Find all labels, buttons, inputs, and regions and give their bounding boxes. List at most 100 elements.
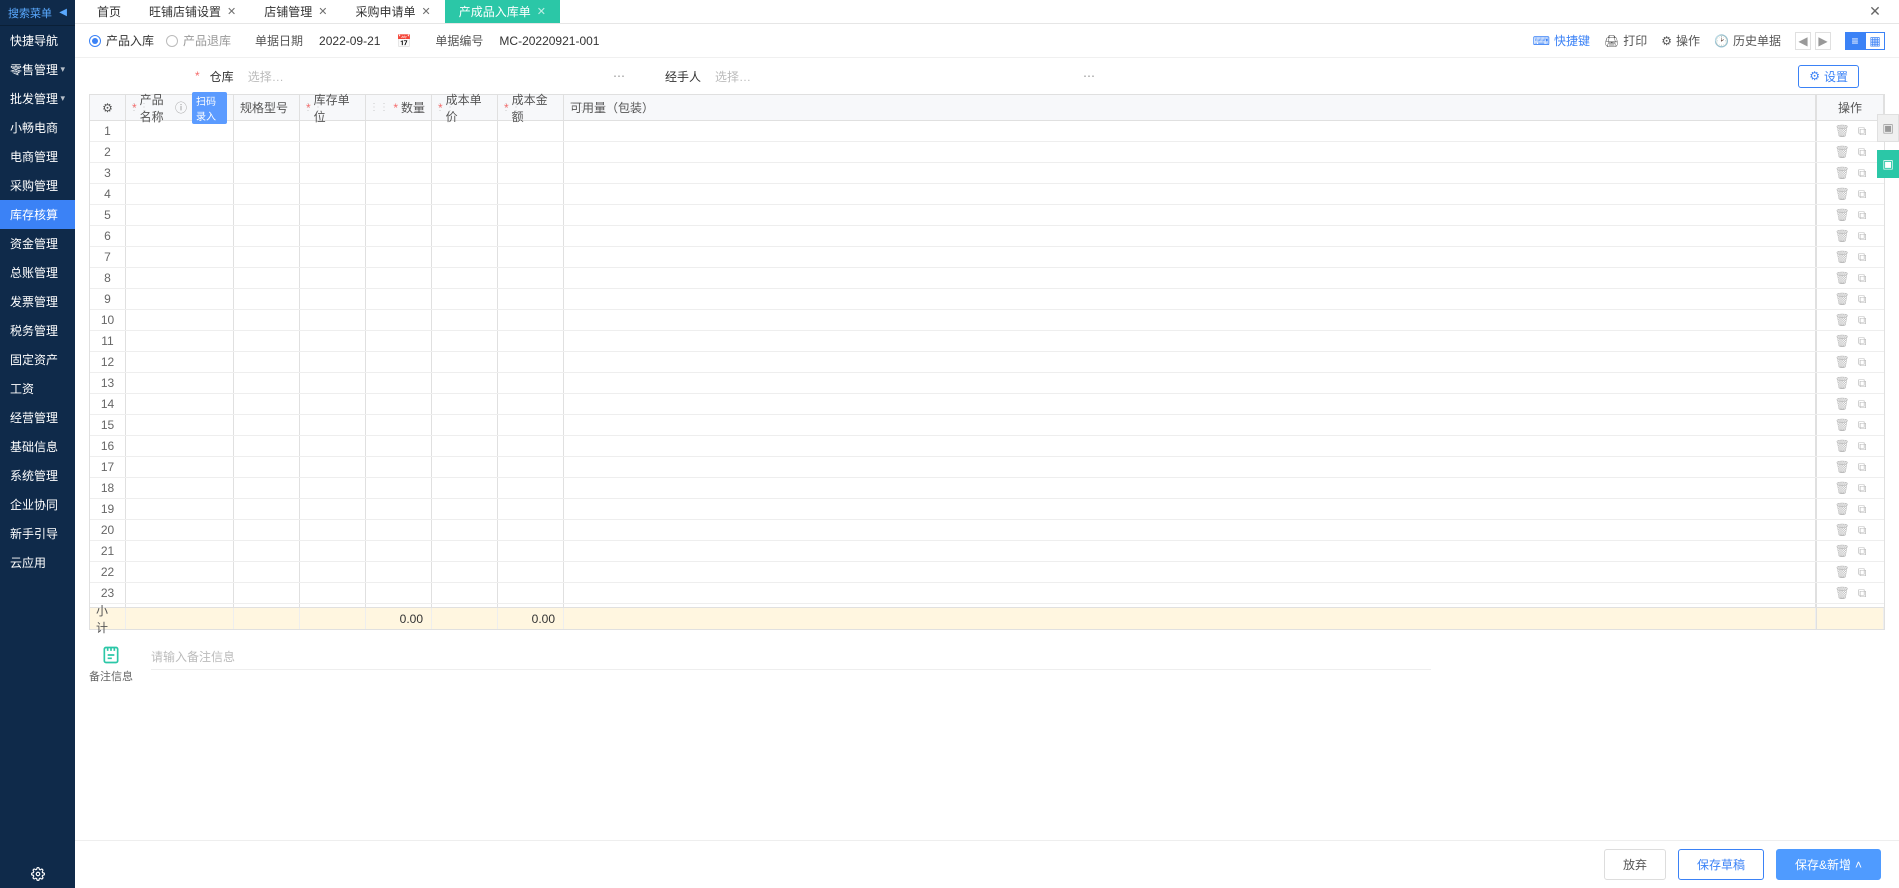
table-row[interactable]: 21🗑⧉	[90, 541, 1884, 562]
cell-price[interactable]	[432, 352, 498, 372]
cell-amount[interactable]	[498, 352, 564, 372]
cell-price[interactable]	[432, 268, 498, 288]
delete-icon[interactable]: 🗑	[1835, 313, 1850, 327]
delete-icon[interactable]: 🗑	[1835, 250, 1850, 264]
cell-unit[interactable]	[300, 394, 366, 414]
cell-avail[interactable]	[564, 289, 1816, 309]
table-row[interactable]: 22🗑⧉	[90, 562, 1884, 583]
cell-qty[interactable]	[366, 226, 432, 246]
delete-icon[interactable]: 🗑	[1835, 565, 1850, 579]
cell-unit[interactable]	[300, 478, 366, 498]
cell-name[interactable]	[126, 415, 234, 435]
delete-icon[interactable]: 🗑	[1835, 397, 1850, 411]
cell-spec[interactable]	[234, 268, 300, 288]
cell-amount[interactable]	[498, 520, 564, 540]
copy-icon[interactable]: ⧉	[1858, 418, 1867, 433]
cell-name[interactable]	[126, 310, 234, 330]
cell-amount[interactable]	[498, 373, 564, 393]
delete-icon[interactable]: 🗑	[1835, 439, 1850, 453]
cell-spec[interactable]	[234, 520, 300, 540]
cell-spec[interactable]	[234, 457, 300, 477]
cell-qty[interactable]	[366, 562, 432, 582]
cell-name[interactable]	[126, 163, 234, 183]
delete-icon[interactable]: 🗑	[1835, 166, 1850, 180]
cell-avail[interactable]	[564, 268, 1816, 288]
table-row[interactable]: 10🗑⧉	[90, 310, 1884, 331]
cell-amount[interactable]	[498, 247, 564, 267]
copy-icon[interactable]: ⧉	[1858, 460, 1867, 475]
delete-icon[interactable]: 🗑	[1835, 229, 1850, 243]
col-unit[interactable]: ⋮⋮ * 库存单位	[300, 95, 366, 120]
cell-qty[interactable]	[366, 247, 432, 267]
cell-qty[interactable]	[366, 604, 432, 607]
cell-avail[interactable]	[564, 373, 1816, 393]
cell-name[interactable]	[126, 184, 234, 204]
cell-unit[interactable]	[300, 121, 366, 141]
scan-badge[interactable]: 扫码录入	[192, 92, 227, 124]
calendar-icon[interactable]: 📅	[396, 34, 411, 48]
cell-spec[interactable]	[234, 163, 300, 183]
cell-qty[interactable]	[366, 163, 432, 183]
table-row[interactable]: 6🗑⧉	[90, 226, 1884, 247]
delete-icon[interactable]: 🗑	[1835, 418, 1850, 432]
cell-avail[interactable]	[564, 226, 1816, 246]
delete-icon[interactable]: 🗑	[1835, 334, 1850, 348]
cell-name[interactable]	[126, 436, 234, 456]
copy-icon[interactable]: ⧉	[1858, 586, 1867, 601]
cell-spec[interactable]	[234, 247, 300, 267]
cell-qty[interactable]	[366, 415, 432, 435]
cell-qty[interactable]	[366, 478, 432, 498]
cell-unit[interactable]	[300, 604, 366, 607]
cell-avail[interactable]	[564, 457, 1816, 477]
cell-name[interactable]	[126, 478, 234, 498]
cell-amount[interactable]	[498, 394, 564, 414]
cell-price[interactable]	[432, 478, 498, 498]
cell-spec[interactable]	[234, 205, 300, 225]
cell-price[interactable]	[432, 310, 498, 330]
close-icon[interactable]: ✕	[537, 5, 546, 18]
cell-qty[interactable]	[366, 121, 432, 141]
close-icon[interactable]: ✕	[227, 5, 236, 18]
cell-unit[interactable]	[300, 184, 366, 204]
window-close[interactable]: ✕	[1855, 0, 1895, 24]
cell-qty[interactable]	[366, 310, 432, 330]
cell-name[interactable]	[126, 331, 234, 351]
sidebar-item-16[interactable]: 企业协同	[0, 490, 75, 519]
cell-qty[interactable]	[366, 394, 432, 414]
cell-amount[interactable]	[498, 415, 564, 435]
sidebar-item-11[interactable]: 固定资产	[0, 345, 75, 374]
cell-spec[interactable]	[234, 352, 300, 372]
print-button[interactable]: 🖨 打印	[1604, 32, 1647, 49]
cell-amount[interactable]	[498, 499, 564, 519]
sidebar-item-0[interactable]: 快捷导航	[0, 26, 75, 55]
cell-avail[interactable]	[564, 205, 1816, 225]
actions-button[interactable]: ⚙ 操作	[1661, 32, 1700, 49]
cell-avail[interactable]	[564, 583, 1816, 603]
cell-amount[interactable]	[498, 226, 564, 246]
col-price[interactable]: ⋮⋮ * 成本单价	[432, 95, 498, 120]
table-row[interactable]: 7🗑⧉	[90, 247, 1884, 268]
cell-spec[interactable]	[234, 184, 300, 204]
cell-avail[interactable]	[564, 436, 1816, 456]
tab-3[interactable]: 采购申请单✕	[341, 0, 444, 23]
table-row[interactable]: 13🗑⧉	[90, 373, 1884, 394]
copy-icon[interactable]: ⧉	[1858, 187, 1867, 202]
cell-avail[interactable]	[564, 142, 1816, 162]
cell-spec[interactable]	[234, 562, 300, 582]
copy-icon[interactable]: ⧉	[1858, 397, 1867, 412]
copy-icon[interactable]: ⧉	[1858, 607, 1867, 608]
cell-unit[interactable]	[300, 352, 366, 372]
cell-qty[interactable]	[366, 331, 432, 351]
cell-name[interactable]	[126, 583, 234, 603]
cell-name[interactable]	[126, 352, 234, 372]
delete-icon[interactable]: 🗑	[1835, 544, 1850, 558]
prev-doc-button[interactable]: ◀	[1795, 32, 1811, 50]
view-card-button[interactable]: ▦	[1865, 32, 1885, 50]
delete-icon[interactable]: 🗑	[1835, 502, 1850, 516]
save-draft-button[interactable]: 保存草稿	[1678, 849, 1764, 880]
cell-name[interactable]	[126, 520, 234, 540]
table-row[interactable]: 20🗑⧉	[90, 520, 1884, 541]
grid-settings-button[interactable]: ⚙ 设置	[1798, 65, 1859, 88]
cell-avail[interactable]	[564, 331, 1816, 351]
copy-icon[interactable]: ⧉	[1858, 250, 1867, 265]
